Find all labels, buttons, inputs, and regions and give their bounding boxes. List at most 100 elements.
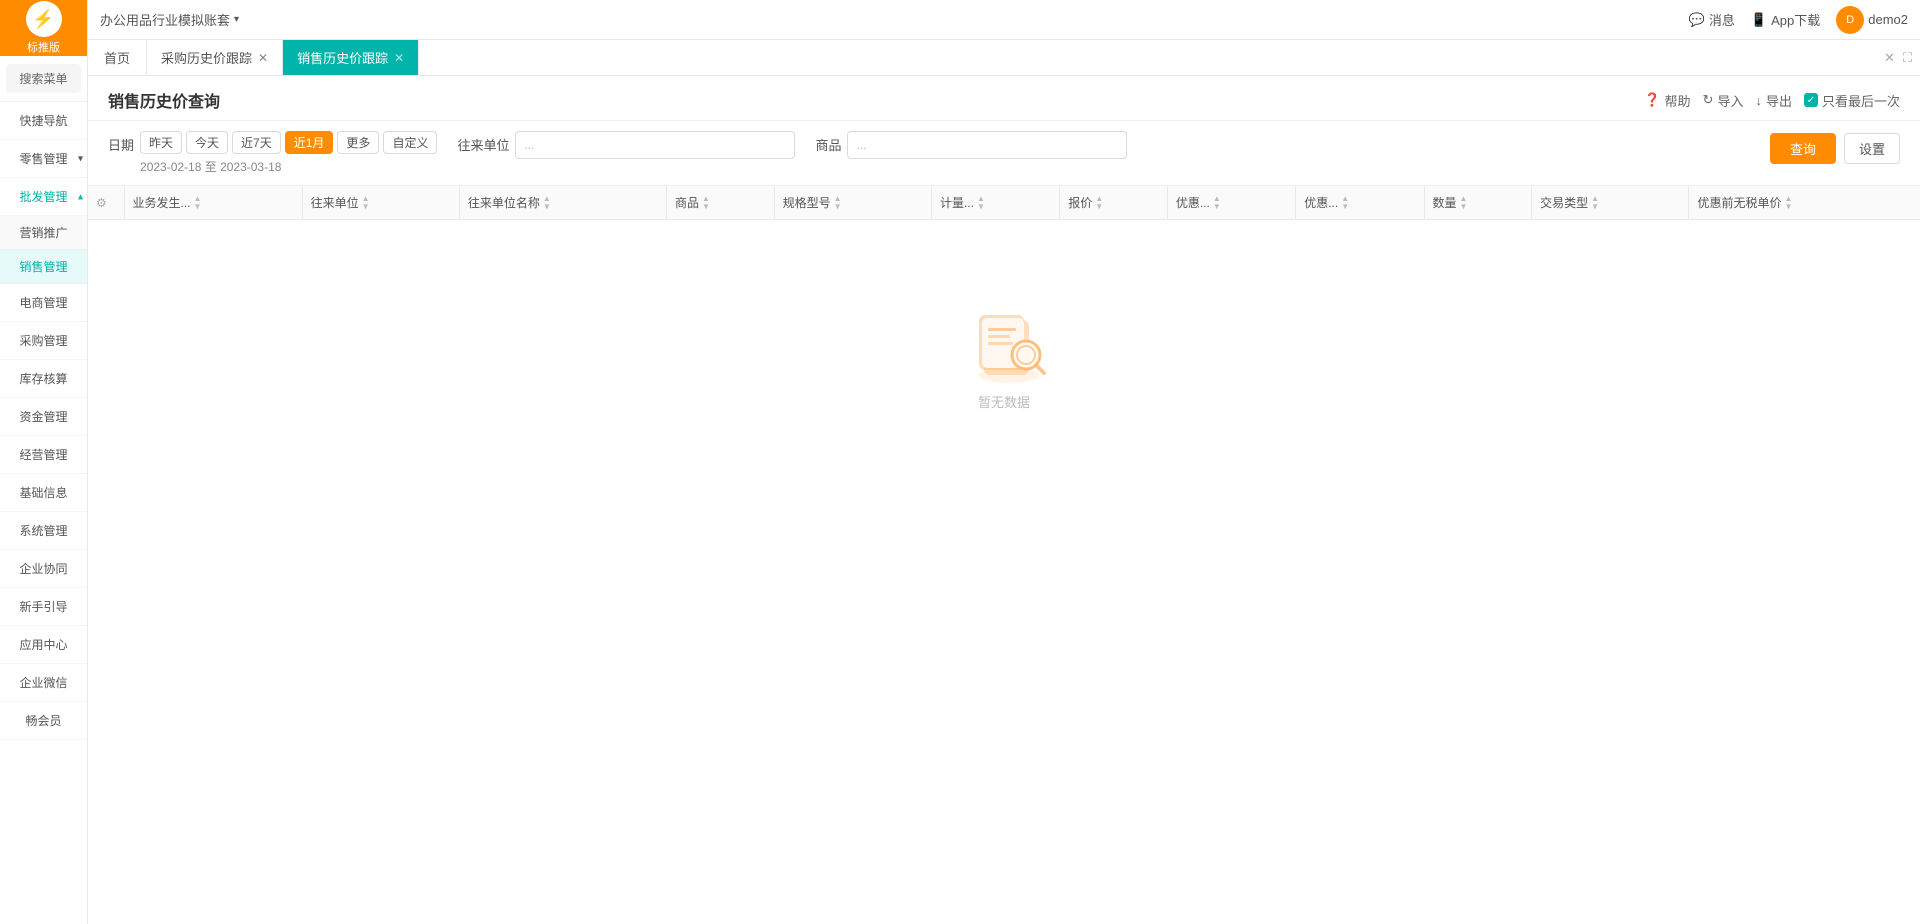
date-btn-1month[interactable]: 近1月 xyxy=(285,131,334,154)
user-menu[interactable]: D demo2 xyxy=(1836,6,1908,34)
tab-home-label: 首页 xyxy=(104,48,130,67)
date-btn-custom[interactable]: 自定义 xyxy=(383,131,437,154)
th-date-label: 业务发生... xyxy=(133,194,191,211)
message-icon: 💬 xyxy=(1689,12,1705,28)
sidebar-item-newuser[interactable]: 新手引导 xyxy=(0,588,87,626)
th-goods[interactable]: 商品 ▲▼ xyxy=(666,186,774,220)
date-btn-yesterday[interactable]: 昨天 xyxy=(140,131,182,154)
app-logo: ⚡ 标推版 xyxy=(0,0,87,56)
tab-maximize-icon[interactable]: ⛶ xyxy=(1903,50,1912,66)
date-buttons: 昨天 今天 近7天 近1月 更多 自定义 xyxy=(140,131,437,154)
sort-icon: ▲▼ xyxy=(194,195,202,211)
sidebar-item-purchase[interactable]: 采购管理 xyxy=(0,322,87,360)
th-discount2[interactable]: 优惠... ▲▼ xyxy=(1296,186,1424,220)
sidebar-item-wechat[interactable]: 企业微信 xyxy=(0,664,87,702)
sort-icon-10: ▲▼ xyxy=(1460,195,1468,211)
sort-icon-2: ▲▼ xyxy=(362,195,370,211)
logo-text: 标推版 xyxy=(27,39,60,55)
export-button[interactable]: ↓ 导出 xyxy=(1755,91,1792,110)
th-quote[interactable]: 报价 ▲▼ xyxy=(1060,186,1168,220)
th-goods-label: 商品 xyxy=(675,194,699,211)
date-btn-more[interactable]: 更多 xyxy=(337,131,379,154)
topbar-left: 办公用品行业模拟账套 ▾ xyxy=(100,10,239,29)
topbar-right: 💬 消息 📱 App下载 D demo2 xyxy=(1689,6,1908,34)
import-button[interactable]: ↻ 导入 xyxy=(1703,91,1744,110)
export-label: 导出 xyxy=(1766,91,1792,110)
table-header: ⚙ 业务发生... ▲▼ 往来单位 ▲▼ xyxy=(88,186,1920,220)
th-discount1[interactable]: 优惠... ▲▼ xyxy=(1167,186,1295,220)
sidebar-item-operations[interactable]: 经营管理 xyxy=(0,436,87,474)
th-unit-label: 计量... xyxy=(940,194,974,211)
app-label: App下载 xyxy=(1771,10,1820,29)
only-last-label: 只看最后一次 xyxy=(1822,91,1900,110)
tab-sales-price[interactable]: 销售历史价跟踪 ✕ xyxy=(283,40,419,75)
th-partner-id-label: 往来单位 xyxy=(311,194,359,211)
sort-icon-9: ▲▼ xyxy=(1341,195,1349,211)
sort-icon-4: ▲▼ xyxy=(702,195,710,211)
main-content: 办公用品行业模拟账套 ▾ 💬 消息 📱 App下载 D demo2 首页 xyxy=(88,0,1920,924)
sidebar-item-marketing[interactable]: 营销推广 xyxy=(0,216,87,250)
th-pretax-price[interactable]: 优惠前无税单价 ▲▼ xyxy=(1689,186,1920,220)
sidebar-item-basic[interactable]: 基础信息 xyxy=(0,474,87,512)
company-dropdown[interactable]: 办公用品行业模拟账套 ▾ xyxy=(100,10,239,29)
sort-icon-11: ▲▼ xyxy=(1591,195,1599,211)
settings-button[interactable]: 设置 xyxy=(1844,133,1900,164)
tab-purchase-close-icon[interactable]: ✕ xyxy=(258,51,268,65)
th-settings[interactable]: ⚙ xyxy=(88,186,124,220)
query-button[interactable]: 查询 xyxy=(1770,133,1836,164)
logo-icon: ⚡ xyxy=(26,1,62,37)
date-filter-label: 日期 xyxy=(108,131,134,154)
sort-icon-6: ▲▼ xyxy=(977,195,985,211)
th-trade-type-label: 交易类型 xyxy=(1540,194,1588,211)
tab-home[interactable]: 首页 xyxy=(88,40,147,75)
message-button[interactable]: 💬 消息 xyxy=(1689,10,1735,29)
th-pretax-price-label: 优惠前无税单价 xyxy=(1697,194,1781,211)
sidebar-item-wholesale[interactable]: 批发管理 xyxy=(0,178,87,216)
settings-icon[interactable]: ⚙ xyxy=(96,196,107,210)
goods-filter-input[interactable]: ... xyxy=(847,131,1127,159)
page-title: 销售历史价查询 xyxy=(108,88,220,112)
only-last-checkbox[interactable]: ✓ 只看最后一次 xyxy=(1804,91,1900,110)
tab-close-all-icon[interactable]: ✕ xyxy=(1884,50,1895,66)
tab-sales-label: 销售历史价跟踪 xyxy=(297,48,388,67)
tabbar: 首页 采购历史价跟踪 ✕ 销售历史价跟踪 ✕ ✕ ⛶ xyxy=(88,40,1920,76)
sidebar-item-ecommerce[interactable]: 电商管理 xyxy=(0,284,87,322)
sidebar-item-system[interactable]: 系统管理 xyxy=(0,512,87,550)
checkbox-icon: ✓ xyxy=(1804,93,1818,107)
sidebar-item-appcenter[interactable]: 应用中心 xyxy=(0,626,87,664)
th-spec[interactable]: 规格型号 ▲▼ xyxy=(774,186,931,220)
page-header-actions: ❓ 帮助 ↻ 导入 ↓ 导出 ✓ 只看最后一次 xyxy=(1644,91,1900,110)
tab-sales-close-icon[interactable]: ✕ xyxy=(394,51,404,65)
sidebar-item-finance[interactable]: 资金管理 xyxy=(0,398,87,436)
date-btn-today[interactable]: 今天 xyxy=(186,131,228,154)
sidebar: ⚡ 标推版 搜索菜单 快捷导航 零售管理 批发管理 营销推广 销售管理 电商管理… xyxy=(0,0,88,924)
th-unit[interactable]: 计量... ▲▼ xyxy=(931,186,1059,220)
help-button[interactable]: ❓ 帮助 xyxy=(1644,91,1690,110)
sidebar-item-inventory[interactable]: 库存核算 xyxy=(0,360,87,398)
partner-filter-input[interactable]: ... xyxy=(515,131,795,159)
app-icon: 📱 xyxy=(1751,12,1767,28)
th-date[interactable]: 业务发生... ▲▼ xyxy=(124,186,302,220)
th-partner-name[interactable]: 往来单位名称 ▲▼ xyxy=(459,186,666,220)
th-qty-label: 数量 xyxy=(1433,194,1457,211)
sidebar-item-member[interactable]: 畅会员 xyxy=(0,702,87,740)
tab-purchase-price[interactable]: 采购历史价跟踪 ✕ xyxy=(147,40,283,75)
app-download-button[interactable]: 📱 App下载 xyxy=(1751,10,1820,29)
th-discount2-label: 优惠... xyxy=(1304,194,1338,211)
date-btn-7days[interactable]: 近7天 xyxy=(232,131,281,154)
sidebar-item-quicknav[interactable]: 快捷导航 xyxy=(0,102,87,140)
search-menu-item[interactable]: 搜索菜单 xyxy=(6,64,81,93)
sidebar-item-retail[interactable]: 零售管理 xyxy=(0,140,87,178)
import-label: 导入 xyxy=(1717,91,1743,110)
page-header: 销售历史价查询 ❓ 帮助 ↻ 导入 ↓ 导出 ✓ 只看最后一次 xyxy=(88,76,1920,121)
date-options: 昨天 今天 近7天 近1月 更多 自定义 2023-02-18 至 2023-0… xyxy=(140,131,437,175)
partner-filter-group: 往来单位 ... xyxy=(457,131,795,159)
sidebar-item-enterprise[interactable]: 企业协同 xyxy=(0,550,87,588)
import-icon: ↻ xyxy=(1703,92,1714,108)
data-table: ⚙ 业务发生... ▲▼ 往来单位 ▲▼ xyxy=(88,186,1920,491)
sort-icon-3: ▲▼ xyxy=(543,195,551,211)
th-partner-id[interactable]: 往来单位 ▲▼ xyxy=(302,186,459,220)
sidebar-item-sales[interactable]: 销售管理 xyxy=(0,250,87,284)
th-trade-type[interactable]: 交易类型 ▲▼ xyxy=(1532,186,1689,220)
th-qty[interactable]: 数量 ▲▼ xyxy=(1424,186,1532,220)
